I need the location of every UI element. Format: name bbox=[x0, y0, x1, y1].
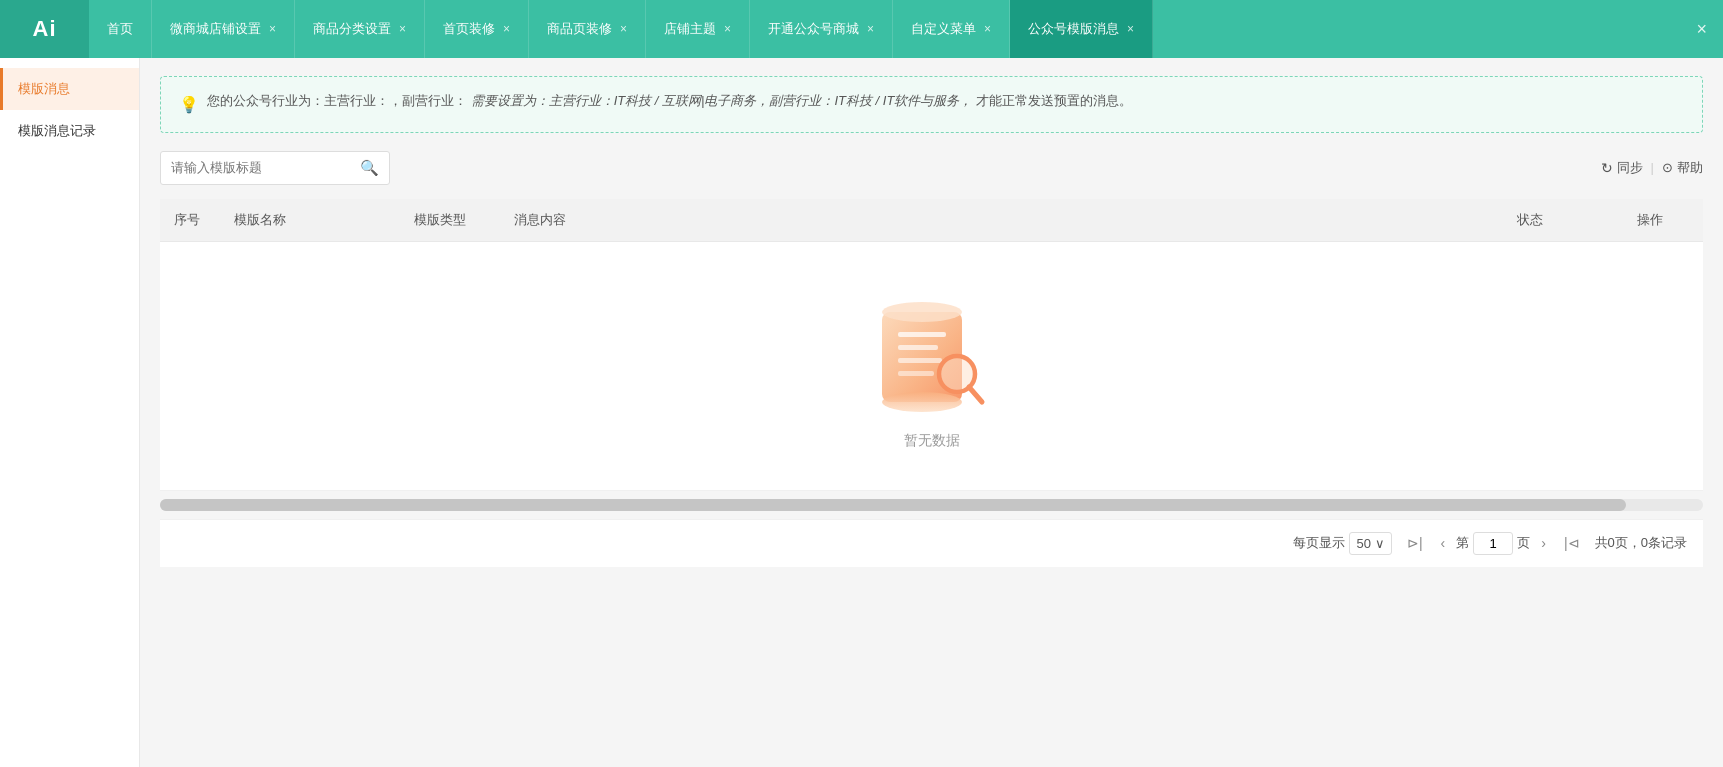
sidebar: 模版消息模版消息记录 bbox=[0, 58, 140, 767]
nav-tab[interactable]: 微商城店铺设置× bbox=[152, 0, 295, 58]
close-tab-icon[interactable]: × bbox=[984, 22, 991, 36]
table-header-name: 模版名称 bbox=[220, 199, 400, 242]
notice-text: 您的公众号行业为：主营行业：，副营行业： 需要设置为：主营行业：IT科技 / 互… bbox=[207, 91, 1132, 112]
svg-rect-4 bbox=[898, 345, 938, 350]
pagination-bar: 每页显示 50 ∨ ⊳| ‹ 第 页 › |⊲ 共0页，0条记录 bbox=[160, 519, 1703, 567]
first-page-button[interactable]: ⊳| bbox=[1400, 532, 1430, 554]
content-area: 💡 您的公众号行业为：主营行业：，副营行业： 需要设置为：主营行业：IT科技 /… bbox=[140, 58, 1723, 767]
notice-banner: 💡 您的公众号行业为：主营行业：，副营行业： 需要设置为：主营行业：IT科技 /… bbox=[160, 76, 1703, 133]
top-nav: Ai 首页微商城店铺设置×商品分类设置×首页装修×商品页装修×店铺主题×开通公众… bbox=[0, 0, 1723, 58]
svg-rect-5 bbox=[898, 358, 942, 363]
nav-tab[interactable]: 公众号模版消息× bbox=[1010, 0, 1153, 58]
separator: | bbox=[1651, 160, 1654, 175]
close-tab-icon[interactable]: × bbox=[867, 22, 874, 36]
last-page-button[interactable]: |⊲ bbox=[1557, 532, 1587, 554]
sidebar-item[interactable]: 模版消息记录 bbox=[0, 110, 139, 152]
svg-point-2 bbox=[882, 392, 962, 412]
page-input[interactable] bbox=[1473, 532, 1513, 555]
page-label-suffix: 页 bbox=[1517, 534, 1530, 552]
table-header-type: 模版类型 bbox=[400, 199, 500, 242]
table-header-action: 操作 bbox=[1623, 199, 1703, 242]
nav-tab[interactable]: 商品页装修× bbox=[529, 0, 646, 58]
search-bar: 🔍 ↻ 同步 | ⊙ 帮助 bbox=[160, 151, 1703, 185]
sidebar-item[interactable]: 模版消息 bbox=[0, 68, 139, 110]
page-size-select: 每页显示 50 ∨ bbox=[1293, 532, 1391, 555]
close-tab-icon[interactable]: × bbox=[620, 22, 627, 36]
page-size-dropdown[interactable]: 50 ∨ bbox=[1349, 532, 1391, 555]
chevron-down-icon: ∨ bbox=[1375, 536, 1385, 551]
nav-tab[interactable]: 首页装修× bbox=[425, 0, 529, 58]
nav-tab[interactable]: 首页 bbox=[89, 0, 152, 58]
page-size-label: 每页显示 bbox=[1293, 534, 1345, 552]
empty-icon bbox=[872, 302, 992, 412]
page-navigation: ⊳| ‹ 第 页 › |⊲ bbox=[1400, 532, 1587, 555]
help-button[interactable]: ⊙ 帮助 bbox=[1662, 159, 1703, 177]
close-all-button[interactable]: × bbox=[1680, 0, 1723, 58]
table-header-index: 序号 bbox=[160, 199, 220, 242]
help-icon: ⊙ bbox=[1662, 160, 1673, 175]
sync-icon: ↻ bbox=[1601, 160, 1613, 176]
search-input[interactable] bbox=[161, 153, 349, 182]
horizontal-scrollbar[interactable] bbox=[160, 499, 1703, 511]
nav-tab[interactable]: 商品分类设置× bbox=[295, 0, 425, 58]
scrollbar-thumb bbox=[160, 499, 1626, 511]
nav-tabs: 首页微商城店铺设置×商品分类设置×首页装修×商品页装修×店铺主题×开通公众号商城… bbox=[89, 0, 1680, 58]
total-records: 共0页，0条记录 bbox=[1595, 534, 1687, 552]
search-button[interactable]: 🔍 bbox=[349, 152, 390, 184]
prev-page-button[interactable]: ‹ bbox=[1434, 532, 1453, 554]
nav-tab[interactable]: 自定义菜单× bbox=[893, 0, 1010, 58]
table-header-status: 状态 bbox=[1503, 199, 1623, 242]
close-tab-icon[interactable]: × bbox=[1127, 22, 1134, 36]
close-tab-icon[interactable]: × bbox=[269, 22, 276, 36]
svg-rect-6 bbox=[898, 371, 934, 376]
app-logo: Ai bbox=[0, 0, 89, 58]
svg-rect-3 bbox=[898, 332, 946, 337]
empty-state: 暂无数据 bbox=[160, 242, 1703, 490]
empty-text: 暂无数据 bbox=[160, 432, 1703, 450]
bulb-icon: 💡 bbox=[179, 92, 199, 118]
nav-tab[interactable]: 开通公众号商城× bbox=[750, 0, 893, 58]
page-label-prefix: 第 bbox=[1456, 534, 1469, 552]
search-actions: ↻ 同步 | ⊙ 帮助 bbox=[1601, 159, 1703, 177]
data-table: 序号模版名称模版类型消息内容状态操作 bbox=[160, 199, 1703, 491]
close-tab-icon[interactable]: × bbox=[503, 22, 510, 36]
svg-point-1 bbox=[882, 302, 962, 322]
search-input-wrap[interactable]: 🔍 bbox=[160, 151, 390, 185]
table-header-row: 序号模版名称模版类型消息内容状态操作 bbox=[160, 199, 1703, 242]
close-tab-icon[interactable]: × bbox=[724, 22, 731, 36]
nav-tab[interactable]: 店铺主题× bbox=[646, 0, 750, 58]
svg-line-8 bbox=[969, 387, 982, 402]
table-header-content: 消息内容 bbox=[500, 199, 1503, 242]
close-tab-icon[interactable]: × bbox=[399, 22, 406, 36]
next-page-button[interactable]: › bbox=[1534, 532, 1553, 554]
sync-button[interactable]: ↻ 同步 bbox=[1601, 159, 1643, 177]
main-layout: 模版消息模版消息记录 💡 您的公众号行业为：主营行业：，副营行业： 需要设置为：… bbox=[0, 58, 1723, 767]
